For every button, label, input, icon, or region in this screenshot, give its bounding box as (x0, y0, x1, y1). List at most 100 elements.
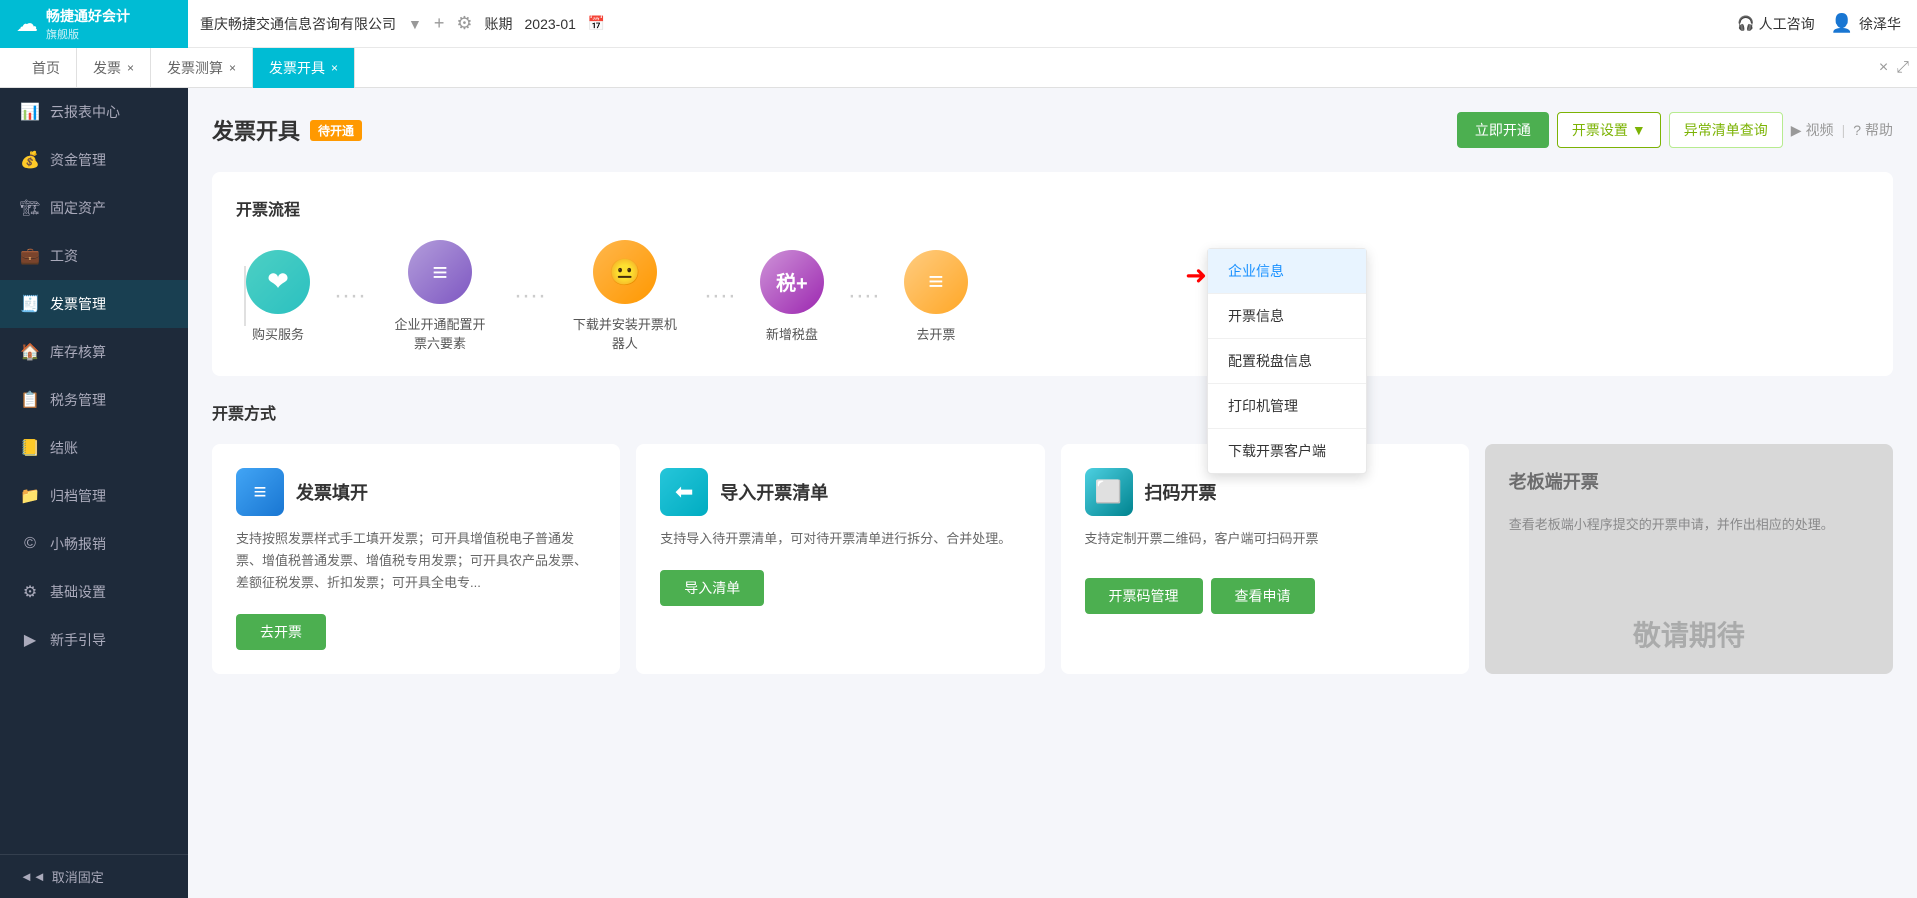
tab-invoice-close[interactable]: × (127, 61, 134, 75)
sidebar-item-guide-label: 新手引导 (50, 630, 106, 650)
sidebar-item-basic[interactable]: ⚙ 基础设置 (0, 568, 188, 616)
sidebar-item-fund[interactable]: 💰 资金管理 (0, 136, 188, 184)
page-title-text: 发票开具 (212, 114, 300, 146)
step-download: 😐 下载并安装开票机器人 (570, 240, 680, 352)
step-go-invoice-label: 去开票 (916, 324, 955, 343)
abnormal-list-btn[interactable]: 异常清单查询 (1669, 112, 1783, 148)
dropdown-menu: 企业信息 开票信息 配置税盘信息 打印机管理 下载开票客户端 (1207, 248, 1367, 474)
sidebar-item-invoice-mgmt-label: 发票管理 (50, 294, 106, 314)
invoice-info-label: 开票信息 (1228, 308, 1284, 324)
sidebar-bottom-btn[interactable]: ◄◄ 取消固定 (0, 854, 188, 898)
tab-invoice[interactable]: 发票 × (77, 48, 151, 88)
sidebar-item-archive[interactable]: 📁 归档管理 (0, 472, 188, 520)
import-title: 导入开票清单 (720, 479, 828, 505)
tab-home[interactable]: 首页 (16, 48, 77, 88)
divider: | (1842, 122, 1846, 138)
red-arrow-indicator: ➜ (1185, 260, 1207, 291)
sidebar-item-inventory[interactable]: 🏠 库存核算 (0, 328, 188, 376)
sidebar-item-inventory-label: 库存核算 (50, 342, 106, 362)
tab-bar: 首页 发票 × 发票测算 × 发票开具 × × ⤢ (0, 48, 1917, 88)
activate-btn[interactable]: 立即开通 (1457, 112, 1549, 148)
tab-invoice-test[interactable]: 发票测算 × (151, 48, 253, 88)
basic-icon: ⚙ (20, 582, 40, 602)
settings-dropdown-btn[interactable]: 开票设置 ▼ (1557, 112, 1661, 148)
step-go-invoice: ≡ 去开票 (904, 250, 968, 343)
sidebar-item-fund-label: 资金管理 (50, 150, 106, 170)
period-value: 2023-01 (525, 16, 576, 32)
scan-view-btn[interactable]: 查看申请 (1211, 578, 1315, 614)
dropdown-company-info[interactable]: 企业信息 (1208, 249, 1366, 294)
headset-icon: 🎧 (1737, 15, 1754, 32)
guide-icon: ▶ (20, 630, 40, 650)
step-taxdisk-label: 新增税盘 (766, 324, 818, 343)
help-consult-btn[interactable]: 🎧 人工咨询 (1737, 14, 1814, 34)
sidebar-item-tax-label: 税务管理 (50, 390, 106, 410)
sidebar-item-report[interactable]: © 小畅报销 (0, 520, 188, 568)
expand-btn[interactable]: ⤢ (1896, 59, 1909, 77)
help-label: 人工咨询 (1759, 14, 1815, 34)
step-buy-label: 购买服务 (252, 324, 304, 343)
import-desc: 支持导入待开票清单，可对待开票清单进行拆分、合并处理。 (660, 528, 1020, 550)
step-taxdisk-icon: 税+ (760, 250, 824, 314)
step-taxdisk: 税+ 新增税盘 (760, 250, 824, 343)
main-layout: 📊 云报表中心 💰 资金管理 🏗 固定资产 💼 工资 🧾 发票管理 🏠 (0, 88, 1917, 898)
calendar-icon[interactable]: 📅 (588, 15, 605, 32)
sidebar-item-salary[interactable]: 💼 工资 (0, 232, 188, 280)
download-label: 下载开票客户端 (1228, 443, 1326, 459)
boss-overlay: 敬请期待 (1633, 614, 1745, 654)
dropdown-invoice-info[interactable]: 开票信息 (1208, 294, 1366, 339)
fill-icon: ≡ (236, 468, 284, 516)
page-title: 发票开具 待开通 (212, 114, 362, 146)
action-buttons: 立即开通 开票设置 ▼ 异常清单查询 ▶ 视频 | ? 帮助 (1457, 112, 1893, 148)
process-title: 开票流程 (236, 196, 1869, 220)
import-btn[interactable]: 导入清单 (660, 570, 764, 606)
dropdown-printer[interactable]: 打印机管理 (1208, 384, 1366, 429)
dropdown-download[interactable]: 下载开票客户端 (1208, 429, 1366, 473)
settings-icon[interactable]: ⚙ (456, 13, 472, 34)
archive-icon: 📁 (20, 486, 40, 506)
sidebar-item-guide[interactable]: ▶ 新手引导 (0, 616, 188, 664)
process-step-1 (236, 266, 246, 326)
invoice-mgmt-icon: 🧾 (20, 294, 40, 314)
settings-btn-label: 开票设置 (1572, 120, 1628, 140)
dropdown-arrow-icon[interactable]: ▼ (408, 16, 422, 32)
logo-sub: 旗舰版 (46, 26, 130, 42)
method-section: 开票方式 ≡ 发票填开 支持按照发票样式手工填开发票；可开具增值税电子普通发票、… (212, 400, 1893, 674)
scan-qr-btn[interactable]: 开票码管理 (1085, 578, 1203, 614)
add-icon[interactable]: + (434, 13, 445, 34)
arrow-2: ···· (514, 282, 546, 310)
fill-go-btn[interactable]: 去开票 (236, 614, 326, 650)
sidebar-item-tax[interactable]: 📋 税务管理 (0, 376, 188, 424)
import-icon: ⬅ (660, 468, 708, 516)
close-window-btn[interactable]: × (1879, 59, 1888, 77)
tax-icon: 📋 (20, 390, 40, 410)
step-config-icon: ≡ (408, 240, 472, 304)
username-label: 徐泽华 (1859, 14, 1901, 34)
sidebar-items: 📊 云报表中心 💰 资金管理 🏗 固定资产 💼 工资 🧾 发票管理 🏠 (0, 88, 188, 854)
sidebar-item-invoice-mgmt[interactable]: 🧾 发票管理 (0, 280, 188, 328)
user-info[interactable]: 👤 徐泽华 (1831, 13, 1901, 34)
sidebar-item-fixed-assets-label: 固定资产 (50, 198, 106, 218)
step-download-icon: 😐 (593, 240, 657, 304)
sidebar-item-fixed-assets[interactable]: 🏗 固定资产 (0, 184, 188, 232)
sidebar: 📊 云报表中心 💰 资金管理 🏗 固定资产 💼 工资 🧾 发票管理 🏠 (0, 88, 188, 898)
fill-desc: 支持按照发票样式手工填开发票；可开具增值税电子普通发票、增值税普通发票、增值税专… (236, 528, 596, 594)
sidebar-item-cloud-report[interactable]: 📊 云报表中心 (0, 88, 188, 136)
company-name[interactable]: 重庆畅捷交通信息咨询有限公司 (200, 14, 396, 34)
settings-dropdown-arrow: ▼ (1632, 122, 1646, 138)
main-content: 发票开具 待开通 立即开通 开票设置 ▼ 异常清单查询 ▶ 视频 | ? 帮助 (188, 88, 1917, 898)
method-card-scan-header: ⬜ 扫码开票 (1085, 468, 1445, 516)
app-logo[interactable]: ☁ 畅捷通好会计 旗舰版 (0, 0, 188, 48)
tab-invoice-open-close[interactable]: × (331, 61, 338, 75)
tab-invoice-open[interactable]: 发票开具 × (253, 48, 355, 88)
method-cards: ≡ 发票填开 支持按照发票样式手工填开发票；可开具增值税电子普通发票、增值税普通… (212, 444, 1893, 674)
sidebar-item-settle[interactable]: 📒 结账 (0, 424, 188, 472)
help-circle-icon: ? (1853, 122, 1861, 138)
video-btn[interactable]: ▶ 视频 (1791, 120, 1834, 140)
method-card-import-header: ⬅ 导入开票清单 (660, 468, 1020, 516)
video-label: 视频 (1806, 120, 1834, 140)
step-buy-icon: ❤ (246, 250, 310, 314)
help-btn[interactable]: ? 帮助 (1853, 120, 1893, 140)
dropdown-tax-disk[interactable]: 配置税盘信息 (1208, 339, 1366, 384)
tab-invoice-test-close[interactable]: × (229, 61, 236, 75)
